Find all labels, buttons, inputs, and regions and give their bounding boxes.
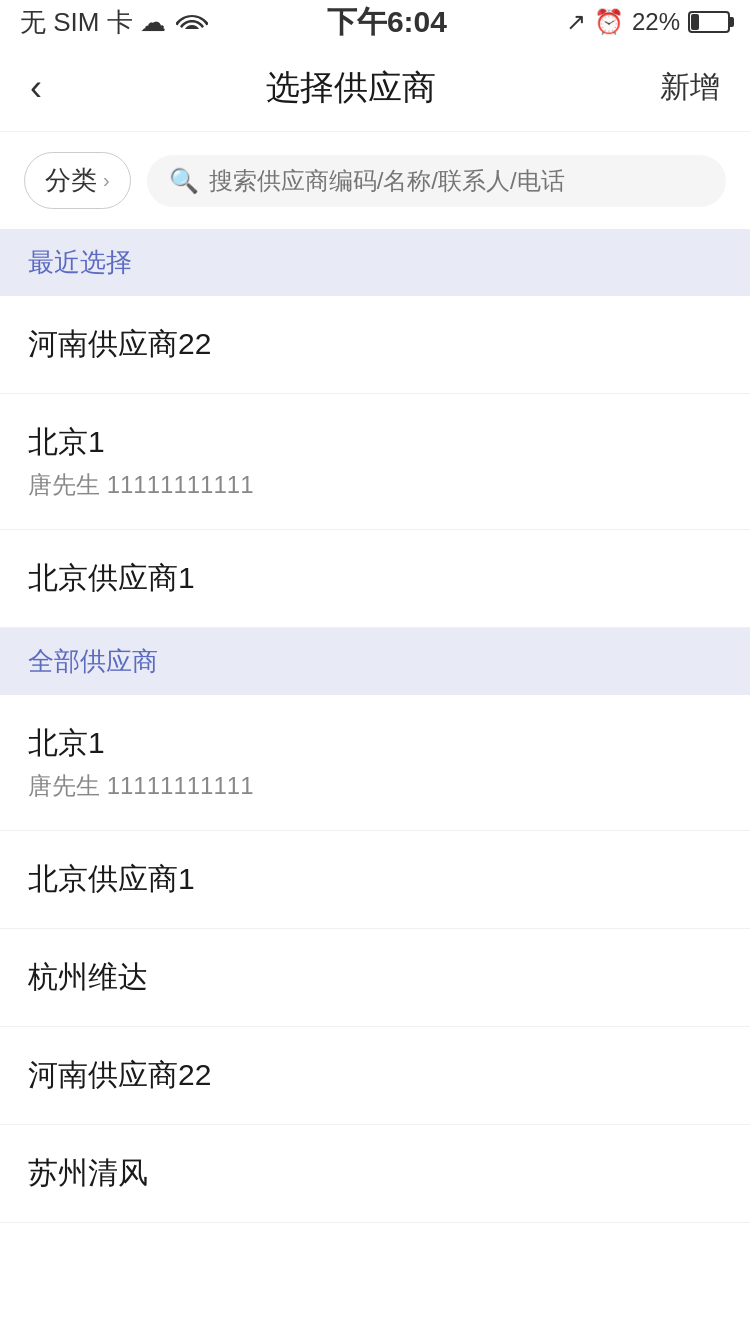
recent-section-header: 最近选择 — [0, 229, 750, 296]
status-bar: 无 SIM 卡 ☁ 下午6:04 ↗ ⏰ 22% — [0, 0, 750, 44]
search-box: 🔍 — [147, 155, 726, 207]
wifi-icon — [176, 7, 208, 38]
page-title: 选择供应商 — [266, 65, 436, 111]
search-input[interactable] — [209, 167, 704, 195]
category-filter-button[interactable]: 分类 › — [24, 152, 131, 209]
all-section-header: 全部供应商 — [0, 628, 750, 695]
back-button[interactable]: ‹ — [30, 67, 42, 109]
alarm-icon: ⏰ — [594, 8, 624, 36]
battery-icon — [688, 11, 730, 33]
recent-item-2[interactable]: 北京供应商1 — [0, 530, 750, 628]
recent-list: 河南供应商22 北京1 唐先生 11111111111 北京供应商1 — [0, 296, 750, 628]
nav-bar: ‹ 选择供应商 新增 — [0, 44, 750, 132]
search-area: 分类 › 🔍 — [0, 132, 750, 229]
item-name: 北京供应商1 — [28, 558, 722, 599]
all-list: 北京1 唐先生 11111111111 北京供应商1 杭州维达 河南供应商22 … — [0, 695, 750, 1223]
status-left: 无 SIM 卡 ☁ — [20, 5, 208, 40]
category-label: 分类 — [45, 163, 97, 198]
item-name: 河南供应商22 — [28, 324, 722, 365]
search-icon: 🔍 — [169, 167, 199, 195]
sim-status: 无 SIM 卡 ☁ — [20, 5, 166, 40]
item-sub: 唐先生 11111111111 — [28, 770, 722, 802]
item-name: 北京1 — [28, 422, 722, 463]
item-sub: 唐先生 11111111111 — [28, 469, 722, 501]
item-name: 苏州清风 — [28, 1153, 722, 1194]
item-name: 河南供应商22 — [28, 1055, 722, 1096]
item-name: 北京供应商1 — [28, 859, 722, 900]
chevron-right-icon: › — [103, 169, 110, 192]
status-time: 下午6:04 — [327, 2, 447, 43]
status-right: ↗ ⏰ 22% — [566, 8, 730, 36]
all-item-0[interactable]: 北京1 唐先生 11111111111 — [0, 695, 750, 831]
item-name: 杭州维达 — [28, 957, 722, 998]
item-name: 北京1 — [28, 723, 722, 764]
all-item-3[interactable]: 河南供应商22 — [0, 1027, 750, 1125]
all-item-1[interactable]: 北京供应商1 — [0, 831, 750, 929]
all-item-2[interactable]: 杭州维达 — [0, 929, 750, 1027]
battery-percent: 22% — [632, 8, 680, 36]
location-icon: ↗ — [566, 8, 586, 36]
add-button[interactable]: 新增 — [660, 67, 720, 108]
all-item-4[interactable]: 苏州清风 — [0, 1125, 750, 1223]
recent-item-0[interactable]: 河南供应商22 — [0, 296, 750, 394]
recent-item-1[interactable]: 北京1 唐先生 11111111111 — [0, 394, 750, 530]
